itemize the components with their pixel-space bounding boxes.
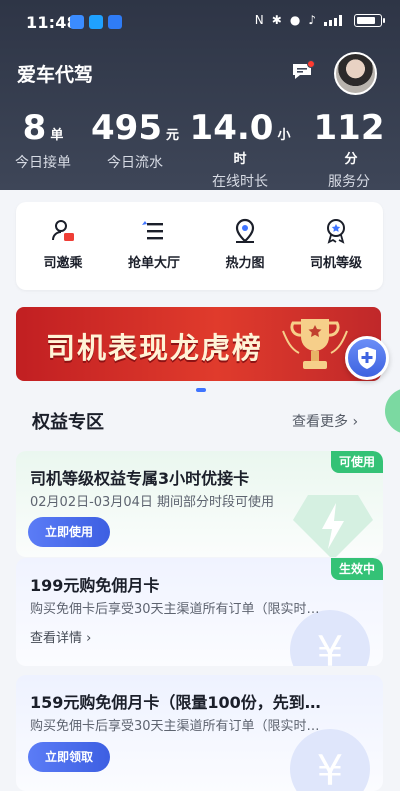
stat-label: 今日接单 xyxy=(15,155,71,171)
driver-invite-icon xyxy=(52,220,74,241)
quick-menu: 司邀乘 抢单大厅 热力图 司机等级 xyxy=(16,202,383,290)
stat-value: 495 xyxy=(91,108,162,148)
menu-label: 司邀乘 xyxy=(43,256,83,271)
stat-label: 今日流水 xyxy=(107,155,163,171)
side-floating-tab[interactable] xyxy=(385,388,400,434)
benefit-card-monthly-199[interactable]: ¥ 生效中 199元购免佣月卡 购买免佣卡后享受30天主渠道所有订单（限实时… … xyxy=(16,558,383,666)
order-hall-icon xyxy=(142,221,163,240)
menu-driver-level[interactable]: 司机等级 xyxy=(291,218,381,271)
link-label: 查看详情 xyxy=(30,631,83,646)
mic-icon: ♪ xyxy=(308,13,316,27)
chevron-right-icon: › xyxy=(86,631,92,646)
stat-value: 8 xyxy=(22,108,47,148)
svg-text:¥: ¥ xyxy=(317,627,344,666)
stat-service-score[interactable]: 112 分 服务分 xyxy=(306,108,392,191)
menu-label: 热力图 xyxy=(225,256,265,271)
section-title: 权益专区 xyxy=(32,412,104,433)
stat-unit: 分 xyxy=(344,152,358,167)
use-now-button[interactable]: 立即使用 xyxy=(28,517,110,547)
app-notification-icon xyxy=(70,15,84,29)
stat-online-hours[interactable]: 14.0 小时 在线时长 xyxy=(188,108,292,191)
leaderboard-banner[interactable]: 司机表现龙虎榜 xyxy=(16,307,381,381)
avatar[interactable] xyxy=(334,52,377,95)
see-more-link[interactable]: 查看更多 › xyxy=(292,411,358,431)
chat-notification-icon xyxy=(89,15,103,29)
shield-plus-icon xyxy=(358,347,376,369)
stat-label: 在线时长 xyxy=(212,174,268,190)
location-icon: ● xyxy=(289,13,301,27)
banner-title: 司机表现龙虎榜 xyxy=(46,331,264,365)
card-desc: 购买免佣卡后享受30天主渠道所有订单（限实时… xyxy=(30,719,320,734)
card-title: 司机等级权益专属3小时优接卡 xyxy=(30,469,250,488)
card-title: 159元购免佣月卡（限量100份，先到… xyxy=(30,693,321,712)
status-bar: 11:48 N ✱ ● ♪ xyxy=(0,0,400,44)
menu-heatmap[interactable]: 热力图 xyxy=(200,218,290,271)
nfc-icon: N xyxy=(254,13,264,27)
stat-unit: 单 xyxy=(50,128,64,143)
stat-unit: 元 xyxy=(165,128,179,143)
app-store-icon xyxy=(108,15,122,29)
status-icons: N ✱ ● ♪ xyxy=(254,13,385,27)
medal-icon xyxy=(327,219,345,244)
safety-shield-button[interactable] xyxy=(345,336,389,380)
claim-now-button[interactable]: 立即领取 xyxy=(28,742,110,772)
card-desc: 02月02日-03月04日 期间部分时段可使用 xyxy=(30,495,274,510)
signal-icon xyxy=(324,15,342,26)
location-pin-icon xyxy=(235,218,255,243)
menu-driver-invite[interactable]: 司邀乘 xyxy=(18,218,108,271)
see-more-label: 查看更多 xyxy=(292,414,348,430)
menu-label: 司机等级 xyxy=(309,256,362,271)
stat-label: 服务分 xyxy=(328,174,370,190)
app-title: 爱车代驾 xyxy=(17,64,94,86)
stat-value: 14.0 xyxy=(189,108,274,148)
benefit-card-priority[interactable]: 可使用 司机等级权益专属3小时优接卡 02月02日-03月04日 期间部分时段可… xyxy=(16,451,383,557)
menu-order-hall[interactable]: 抢单大厅 xyxy=(109,218,199,271)
svg-text:¥: ¥ xyxy=(317,746,344,791)
stat-orders[interactable]: 8单 今日接单 xyxy=(8,108,78,172)
benefit-card-monthly-159[interactable]: ¥ 159元购免佣月卡（限量100份，先到… 购买免佣卡后享受30天主渠道所有订… xyxy=(16,675,383,791)
stat-revenue[interactable]: 495 元 今日流水 xyxy=(90,108,180,172)
battery-icon xyxy=(354,13,385,27)
card-title: 199元购免佣月卡 xyxy=(30,576,160,595)
stat-value: 112 xyxy=(313,108,385,148)
carousel-indicator xyxy=(196,388,206,392)
bluetooth-icon: ✱ xyxy=(271,13,282,27)
unread-dot xyxy=(307,60,315,68)
card-desc: 购买免佣卡后享受30天主渠道所有订单（限实时… xyxy=(30,602,320,617)
view-details-link[interactable]: 查看详情 › xyxy=(30,627,91,646)
trophy-icon xyxy=(282,319,348,369)
menu-label: 抢单大厅 xyxy=(127,256,180,271)
chevron-right-icon: › xyxy=(352,414,359,430)
header: 11:48 N ✱ ● ♪ 爱车代驾 8单 今日接单 495 元 今日流水 14… xyxy=(0,0,400,190)
stats-row: 8单 今日接单 495 元 今日流水 14.0 小时 在线时长 112 分 服务分 xyxy=(0,108,400,191)
